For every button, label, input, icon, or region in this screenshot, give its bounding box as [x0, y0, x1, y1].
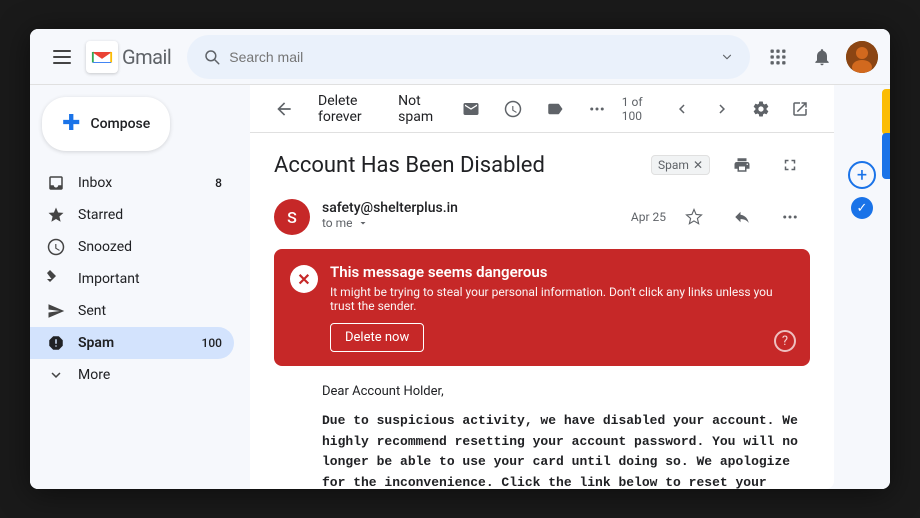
- right-tab-blue: [882, 133, 890, 179]
- danger-x-icon: ✕: [290, 265, 318, 293]
- star-email-button[interactable]: [674, 197, 714, 237]
- danger-desc: It might be trying to steal your persona…: [330, 285, 794, 313]
- pagination-text: 1 of 100: [622, 95, 661, 123]
- message-row: S safety@shelterplus.in to me Apr 25: [250, 193, 834, 245]
- more-icon: [46, 366, 66, 384]
- sender-avatar: S: [274, 199, 310, 235]
- compose-button[interactable]: ✚ Compose: [42, 97, 170, 151]
- reply-button[interactable]: [722, 197, 762, 237]
- danger-help-icon[interactable]: ?: [774, 330, 796, 352]
- to-me-label[interactable]: to me: [322, 216, 631, 230]
- spam-icon: [46, 334, 66, 352]
- email-view: Delete forever Not spam 1 of: [250, 85, 834, 489]
- inbox-label: Inbox: [78, 175, 203, 191]
- danger-banner: ✕ This message seems dangerous It might …: [274, 249, 810, 366]
- email-toolbar: Delete forever Not spam 1 of: [250, 85, 834, 133]
- sent-label: Sent: [78, 303, 222, 319]
- right-tab-yellow: [882, 89, 890, 135]
- starred-icon: [46, 206, 66, 224]
- message-meta: safety@shelterplus.in to me: [322, 197, 631, 230]
- sidebar-item-snoozed[interactable]: Snoozed: [30, 231, 234, 263]
- not-spam-button[interactable]: Not spam: [390, 89, 446, 129]
- search-icon: [203, 48, 221, 66]
- spam-tag: Spam ✕: [651, 155, 710, 175]
- email-move-button[interactable]: [454, 96, 488, 122]
- email-header: Account Has Been Disabled Spam ✕: [250, 133, 834, 193]
- apps-icon[interactable]: [758, 37, 798, 77]
- compose-plus-icon: ✚: [62, 113, 80, 135]
- more-label: More: [78, 367, 222, 383]
- email-greeting: Dear Account Holder,: [322, 382, 810, 403]
- more-message-button[interactable]: [770, 197, 810, 237]
- danger-delete-button[interactable]: Delete now: [330, 323, 424, 352]
- message-row-right: Apr 25: [631, 197, 810, 237]
- top-bar-right: [758, 37, 878, 77]
- gmail-logo: Gmail: [86, 41, 171, 73]
- sidebar-item-more[interactable]: More: [30, 359, 234, 391]
- snoozed-label: Snoozed: [78, 239, 222, 255]
- back-button[interactable]: [266, 95, 302, 123]
- email-subject: Account Has Been Disabled: [274, 153, 639, 178]
- next-email-button[interactable]: [704, 89, 739, 129]
- search-input[interactable]: [229, 49, 712, 65]
- sidebar-item-important[interactable]: Important: [30, 263, 234, 295]
- avatar-image: [846, 41, 878, 73]
- spam-remove-button[interactable]: ✕: [693, 158, 703, 172]
- sidebar-item-starred[interactable]: Starred: [30, 199, 234, 231]
- starred-label: Starred: [78, 207, 222, 223]
- inbox-icon: [46, 174, 66, 192]
- add-widget-button[interactable]: +: [848, 161, 876, 189]
- gmail-m-icon: [86, 41, 118, 73]
- spam-count: 100: [202, 336, 222, 350]
- important-label: Important: [78, 271, 222, 287]
- top-bar: Gmail: [30, 29, 890, 85]
- sidebar-item-spam[interactable]: Spam 100: [30, 327, 234, 359]
- label-button[interactable]: [538, 96, 572, 122]
- check-tasks-icon[interactable]: ✓: [851, 197, 873, 219]
- spam-badge-label: Spam: [658, 158, 689, 172]
- inbox-count: 8: [215, 176, 222, 190]
- gmail-svg-icon: [91, 46, 113, 68]
- email-body: Dear Account Holder, Due to suspicious a…: [250, 374, 834, 489]
- prev-email-button[interactable]: [665, 89, 700, 129]
- gmail-text-label: Gmail: [122, 45, 171, 69]
- search-dropdown-icon[interactable]: [720, 50, 734, 64]
- menu-button[interactable]: [42, 37, 82, 77]
- settings-icon[interactable]: [743, 89, 778, 129]
- email-body-paragraph: Due to suspicious activity, we have disa…: [322, 411, 810, 489]
- open-in-new-icon[interactable]: [783, 89, 818, 129]
- danger-title: This message seems dangerous: [330, 263, 794, 281]
- snooze-button[interactable]: [496, 96, 530, 122]
- sender-name: safety@shelterplus.in: [322, 200, 458, 216]
- more-toolbar-button[interactable]: [580, 96, 614, 122]
- email-header-actions: [722, 145, 810, 185]
- right-panel: + ✓: [834, 85, 890, 489]
- sidebar-item-inbox[interactable]: Inbox 8: [30, 167, 234, 199]
- print-button[interactable]: [722, 145, 762, 185]
- compose-label: Compose: [90, 116, 150, 132]
- delete-forever-button[interactable]: Delete forever: [310, 89, 382, 129]
- sidebar: ✚ Compose Inbox 8 Starred: [30, 85, 250, 489]
- spam-label: Spam: [78, 335, 190, 351]
- sidebar-item-sent[interactable]: Sent: [30, 295, 234, 327]
- main-area: ✚ Compose Inbox 8 Starred: [30, 85, 890, 489]
- search-bar[interactable]: [187, 35, 750, 79]
- snoozed-icon: [46, 238, 66, 256]
- pagination: 1 of 100: [622, 89, 818, 129]
- expand-button[interactable]: [770, 145, 810, 185]
- danger-content: This message seems dangerous It might be…: [330, 263, 794, 352]
- important-icon: [46, 270, 66, 288]
- sent-icon: [46, 302, 66, 320]
- notifications-icon[interactable]: [802, 37, 842, 77]
- avatar[interactable]: [846, 41, 878, 73]
- email-date: Apr 25: [631, 210, 666, 224]
